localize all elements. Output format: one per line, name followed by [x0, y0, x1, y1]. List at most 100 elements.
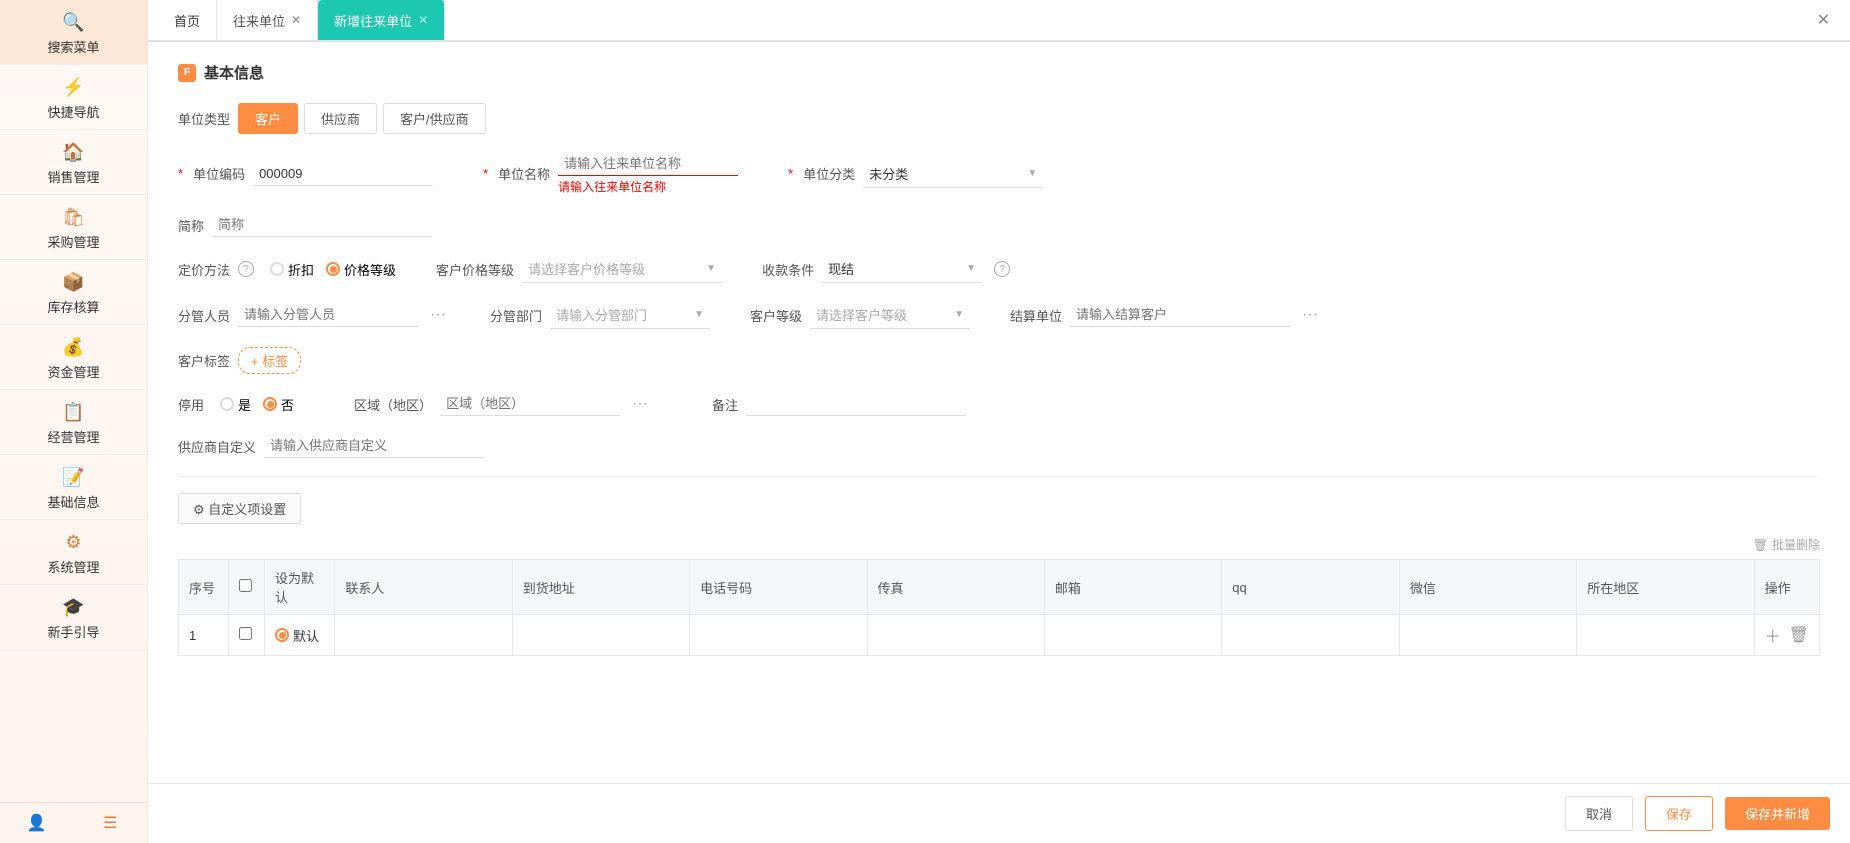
supplier-custom-label: 供应商自定义 — [178, 437, 256, 456]
region-table-input[interactable] — [1587, 628, 1743, 643]
disabled-no-radio[interactable]: 否 — [263, 395, 294, 414]
customer-level-select[interactable]: 请选择客户等级 ▼ — [810, 301, 970, 329]
department-label: 分管部门 — [490, 306, 542, 325]
supplier-custom-row: 供应商自定义 — [178, 434, 1820, 458]
region-more[interactable]: ··· — [628, 395, 652, 413]
region-label: 区域（地区） — [354, 395, 432, 414]
cell-contact — [335, 615, 512, 656]
department-select[interactable]: 请输入分管部门 ▼ — [550, 301, 710, 329]
batch-delete-btn[interactable]: 🗑 批量删除 — [178, 536, 1820, 553]
cell-check — [229, 615, 265, 656]
cell-address — [512, 615, 689, 656]
email-input[interactable] — [1055, 628, 1211, 643]
remark-field: 备注 — [712, 392, 966, 416]
add-tag-btn[interactable]: + 标签 — [238, 347, 301, 374]
col-fax: 传真 — [867, 560, 1044, 615]
tab-partners-close[interactable]: ✕ — [291, 13, 301, 27]
table-head: 序号 设为默认 联系人 到货地址 电话号码 传真 邮箱 qq 微信 所在地区 操… — [179, 560, 1820, 615]
pricing-level-radio[interactable]: 价格等级 — [326, 260, 396, 279]
tab-new-partner[interactable]: 新增往来单位 ✕ — [318, 0, 445, 40]
payment-help-icon[interactable]: ? — [994, 261, 1010, 277]
sidebar-item-guide[interactable]: 🎓 新手引导 — [0, 585, 147, 650]
finance-icon: 💰 — [62, 337, 84, 358]
settlement-more[interactable]: ··· — [1298, 306, 1322, 324]
contacts-table: 序号 设为默认 联系人 到货地址 电话号码 传真 邮箱 qq 微信 所在地区 操… — [178, 559, 1820, 656]
sidebar-menu[interactable]: ☰ — [74, 803, 148, 843]
main-area: 首页 往来单位 ✕ 新增往来单位 ✕ ✕ F 基本信息 单位类型 客户 供应商 … — [148, 0, 1850, 843]
pricing-radio-group: 折扣 价格等级 — [270, 260, 396, 279]
section-icon: F — [178, 64, 196, 82]
save-new-button[interactable]: 保存并新增 — [1725, 797, 1830, 830]
contact-input[interactable] — [345, 628, 501, 643]
manager-more[interactable]: ··· — [426, 306, 450, 324]
pricing-discount-radio[interactable]: 折扣 — [270, 260, 314, 279]
cell-region — [1577, 615, 1754, 656]
sidebar-user[interactable]: 👤 — [0, 803, 74, 843]
qq-input[interactable] — [1232, 628, 1389, 643]
fax-input[interactable] — [878, 628, 1034, 643]
supplier-custom-input[interactable] — [264, 434, 484, 458]
unit-name-input[interactable] — [558, 152, 738, 176]
customer-level-label: 客户等级 — [750, 306, 802, 325]
custom-settings-btn[interactable]: ⚙ 自定义项设置 — [178, 493, 301, 524]
payment-terms-select[interactable]: 现结 ▼ — [822, 255, 982, 283]
sidebar-item-purchase[interactable]: 🛍 采购管理 — [0, 195, 147, 260]
sidebar: 🔍 搜索菜单 ⚡ 快捷导航 🏠 销售管理 🛍 采购管理 📦 库存核算 💰 资金管… — [0, 0, 148, 843]
quick-nav-icon: ⚡ — [62, 77, 84, 98]
pricing-discount-circle — [270, 262, 284, 276]
pricing-help-icon[interactable]: ? — [238, 261, 254, 277]
phone-input[interactable] — [700, 628, 856, 643]
delete-row-btn[interactable]: 🗑 — [1789, 625, 1809, 645]
customer-price-level-select[interactable]: 请选择客户价格等级 ▼ — [522, 255, 722, 283]
tabs-close-all[interactable]: ✕ — [1807, 10, 1840, 30]
settlement-input[interactable] — [1070, 303, 1290, 327]
sidebar-item-sales[interactable]: 🏠 销售管理 — [0, 130, 147, 195]
wechat-input[interactable] — [1410, 628, 1566, 643]
sidebar-item-system[interactable]: ⚙ 系统管理 — [0, 520, 147, 585]
inventory-icon: 📦 — [62, 272, 84, 293]
sidebar-item-operations[interactable]: 📋 经营管理 — [0, 390, 147, 455]
manager-input[interactable] — [238, 303, 418, 327]
add-row-btn[interactable]: ＋ — [1765, 623, 1781, 647]
remark-input[interactable] — [746, 392, 966, 416]
unit-type-customer-btn[interactable]: 客户 — [238, 103, 298, 134]
sidebar-item-quick-nav[interactable]: ⚡ 快捷导航 — [0, 65, 147, 130]
sidebar-item-finance[interactable]: 💰 资金管理 — [0, 325, 147, 390]
table-body: 1 默认 — [179, 615, 1820, 656]
row-default-circle — [275, 628, 289, 642]
tab-partners[interactable]: 往来单位 ✕ — [217, 0, 318, 40]
customer-price-level-label: 客户价格等级 — [436, 260, 514, 279]
form-footer: 取消 保存 保存并新增 — [148, 783, 1850, 843]
unit-type-supplier-btn[interactable]: 供应商 — [304, 103, 377, 134]
short-name-input[interactable] — [212, 213, 432, 237]
unit-code-label: 单位编码 — [193, 164, 245, 183]
unit-name-input-wrap: 请输入往来单位名称 — [558, 152, 738, 195]
search-icon: 🔍 — [62, 12, 84, 33]
col-action: 操作 — [1754, 560, 1819, 615]
purchase-icon: 🛍 — [62, 207, 85, 228]
tab-new-partner-close[interactable]: ✕ — [418, 13, 428, 27]
sidebar-item-basic[interactable]: 📝 基础信息 — [0, 455, 147, 520]
cancel-button[interactable]: 取消 — [1565, 796, 1633, 831]
unit-type-both-btn[interactable]: 客户/供应商 — [383, 103, 486, 134]
sidebar-item-search[interactable]: 🔍 搜索菜单 — [0, 0, 147, 65]
row-checkbox[interactable] — [239, 627, 252, 640]
sidebar-item-inventory[interactable]: 📦 库存核算 — [0, 260, 147, 325]
row-default-radio[interactable]: 默认 — [275, 626, 324, 645]
tab-home[interactable]: 首页 — [158, 0, 217, 40]
department-arrow: ▼ — [694, 309, 704, 320]
save-button[interactable]: 保存 — [1645, 796, 1713, 831]
select-all-checkbox[interactable] — [239, 579, 252, 592]
address-input[interactable] — [523, 628, 679, 643]
cell-action: ＋ 🗑 — [1754, 615, 1819, 656]
customer-level-field: 客户等级 请选择客户等级 ▼ — [750, 301, 970, 329]
region-input[interactable] — [440, 392, 620, 416]
unit-category-select[interactable]: 未分类 ▼ — [863, 160, 1043, 188]
manager-label: 分管人员 — [178, 306, 230, 325]
table-row: 1 默认 — [179, 615, 1820, 656]
disabled-yes-radio[interactable]: 是 — [220, 395, 251, 414]
unit-code-input[interactable] — [253, 162, 433, 186]
disabled-label: 停用 — [178, 395, 204, 414]
user-icon: 👤 — [27, 813, 47, 833]
cell-fax — [867, 615, 1044, 656]
